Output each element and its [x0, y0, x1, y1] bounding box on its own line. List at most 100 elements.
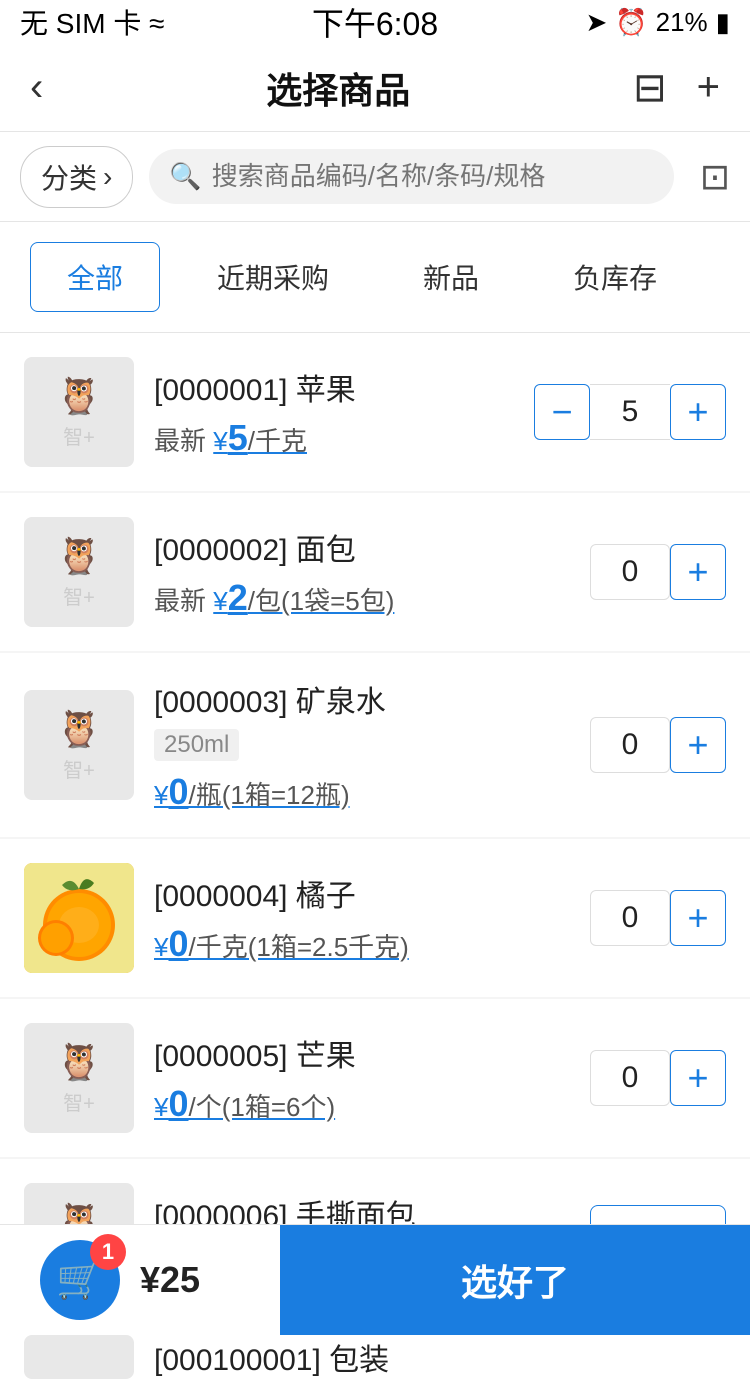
product-name-1: [0000001] 苹果 — [154, 365, 514, 409]
price-value-5: 0 — [168, 1083, 188, 1124]
location-icon: ➤ — [585, 7, 607, 38]
add-button[interactable]: + — [697, 65, 720, 110]
product-name-partial: [000100001] 包装 — [154, 1335, 389, 1379]
placeholder-brand-label: 智+ — [63, 1087, 95, 1116]
price-currency-4: ¥ — [154, 932, 168, 962]
tab-recent[interactable]: 近期采购 — [180, 242, 366, 312]
product-thumbnail-5: 🦉 智+ — [24, 1023, 134, 1133]
quantity-input-5[interactable] — [590, 1050, 670, 1106]
search-input-wrap: 🔍 — [149, 149, 673, 204]
product-name-4: [0000004] 橘子 — [154, 871, 570, 915]
price-unit-2: /包(1袋=5包) — [248, 586, 395, 616]
product-name-3: [0000003] 矿泉水 — [154, 677, 570, 721]
status-bar: 无 SIM 卡 ≈ 下午6:08 ➤ ⏰ 21% ▮ — [0, 0, 750, 44]
nav-actions: ⊟ + — [633, 65, 720, 111]
product-info-1: [0000001] 苹果 最新 ¥5/千克 — [154, 365, 514, 459]
price-currency-3: ¥ — [154, 780, 168, 810]
product-info-3: [0000003] 矿泉水 250ml ¥0/瓶(1箱=12瓶) — [154, 677, 570, 813]
product-price-1: 最新 ¥5/千克 — [154, 417, 514, 459]
list-item: [0000004] 橘子 ¥0/千克(1箱=2.5千克) + — [0, 839, 750, 997]
filter-button[interactable]: ⊟ — [633, 65, 667, 111]
product-thumbnail-4 — [24, 863, 134, 973]
cart-badge: 1 — [90, 1234, 126, 1270]
back-button[interactable]: ‹ — [30, 65, 43, 110]
product-thumbnail-2: 🦉 智+ — [24, 517, 134, 627]
list-item: 🦉 智+ [0000005] 芒果 ¥0/个(1箱=6个) + — [0, 999, 750, 1157]
quantity-input-1[interactable] — [590, 384, 670, 440]
price-label-2: 最新 — [154, 586, 206, 616]
battery-text: 21% — [656, 7, 708, 38]
product-info-5: [0000005] 芒果 ¥0/个(1箱=6个) — [154, 1031, 570, 1125]
price-unit-4: /千克(1箱=2.5千克) — [189, 932, 409, 962]
status-time: 下午6:08 — [312, 0, 438, 45]
quantity-control-4: + — [590, 890, 726, 946]
status-network: 无 SIM 卡 ≈ — [20, 2, 165, 42]
filter-tabs: 全部 近期采购 新品 负库存 — [0, 222, 750, 333]
cart-area: 🛒 1 ¥25 — [0, 1240, 280, 1320]
quantity-control-1: − + — [534, 384, 726, 440]
bottom-bar: 🛒 1 ¥25 选好了 — [0, 1224, 750, 1334]
list-item: 🦉 智+ [0000002] 面包 最新 ¥2/包(1袋=5包) + — [0, 493, 750, 651]
product-list: 🦉 智+ [0000001] 苹果 最新 ¥5/千克 − + 🦉 智+ [000… — [0, 333, 750, 1379]
product-name-5: [0000005] 芒果 — [154, 1031, 570, 1075]
battery-icon: ▮ — [716, 7, 730, 38]
product-info-2: [0000002] 面包 最新 ¥2/包(1袋=5包) — [154, 525, 570, 619]
price-currency-2: ¥ — [213, 586, 227, 616]
price-value-2: 2 — [228, 577, 248, 618]
price-unit-5: /个(1箱=6个) — [189, 1092, 336, 1122]
category-button[interactable]: 分类 › — [20, 146, 133, 208]
list-item: 🦉 智+ [0000003] 矿泉水 250ml ¥0/瓶(1箱=12瓶) + — [0, 653, 750, 837]
nav-bar: ‹ 选择商品 ⊟ + — [0, 44, 750, 132]
placeholder-owl-icon: 🦉 — [57, 708, 102, 750]
quantity-control-2: + — [590, 544, 726, 600]
quantity-input-2[interactable] — [590, 544, 670, 600]
product-thumbnail-1: 🦉 智+ — [24, 357, 134, 467]
tab-new[interactable]: 新品 — [386, 242, 516, 312]
quantity-input-4[interactable] — [590, 890, 670, 946]
product-price-3: ¥0/瓶(1箱=12瓶) — [154, 771, 570, 813]
cart-icon-button[interactable]: 🛒 1 — [40, 1240, 120, 1320]
category-chevron-icon: › — [103, 161, 112, 193]
price-unit-1: /千克 — [248, 426, 307, 456]
search-input[interactable] — [212, 161, 654, 192]
product-name-2: [0000002] 面包 — [154, 525, 570, 569]
quantity-input-3[interactable] — [590, 717, 670, 773]
tab-all[interactable]: 全部 — [30, 242, 160, 312]
quantity-control-3: + — [590, 717, 726, 773]
quantity-plus-button-2[interactable]: + — [670, 544, 726, 600]
search-icon: 🔍 — [169, 161, 201, 192]
cart-total: ¥25 — [140, 1259, 200, 1301]
quantity-plus-button-4[interactable]: + — [670, 890, 726, 946]
page-title: 选择商品 — [266, 62, 410, 114]
product-spec-3: 250ml — [154, 729, 239, 761]
placeholder-brand-label: 智+ — [63, 754, 95, 783]
price-currency-1: ¥ — [213, 426, 227, 456]
search-bar: 分类 › 🔍 ⊡ — [0, 132, 750, 222]
price-label-1: 最新 — [154, 426, 206, 456]
product-price-2: 最新 ¥2/包(1袋=5包) — [154, 577, 570, 619]
price-value-3: 0 — [168, 771, 188, 812]
placeholder-owl-icon: 🦉 — [57, 375, 102, 417]
price-unit-3: /瓶(1箱=12瓶) — [189, 780, 350, 810]
confirm-button[interactable]: 选好了 — [280, 1225, 750, 1335]
alarm-icon: ⏰ — [615, 7, 647, 38]
price-value-1: 5 — [228, 417, 248, 458]
category-label: 分类 — [41, 157, 97, 197]
quantity-plus-button-1[interactable]: + — [670, 384, 726, 440]
quantity-control-5: + — [590, 1050, 726, 1106]
scan-button[interactable]: ⊡ — [700, 156, 730, 198]
price-currency-5: ¥ — [154, 1092, 168, 1122]
placeholder-owl-icon: 🦉 — [57, 1041, 102, 1083]
tab-negative[interactable]: 负库存 — [536, 242, 694, 312]
product-price-4: ¥0/千克(1箱=2.5千克) — [154, 923, 570, 965]
placeholder-owl-icon: 🦉 — [57, 535, 102, 577]
list-item: 🦉 智+ [0000001] 苹果 最新 ¥5/千克 − + — [0, 333, 750, 491]
quantity-minus-button-1[interactable]: − — [534, 384, 590, 440]
placeholder-brand-label: 智+ — [63, 581, 95, 610]
product-thumbnail-3: 🦉 智+ — [24, 690, 134, 800]
product-price-5: ¥0/个(1箱=6个) — [154, 1083, 570, 1125]
placeholder-brand-label: 智+ — [63, 421, 95, 450]
quantity-plus-button-3[interactable]: + — [670, 717, 726, 773]
product-info-4: [0000004] 橘子 ¥0/千克(1箱=2.5千克) — [154, 871, 570, 965]
quantity-plus-button-5[interactable]: + — [670, 1050, 726, 1106]
